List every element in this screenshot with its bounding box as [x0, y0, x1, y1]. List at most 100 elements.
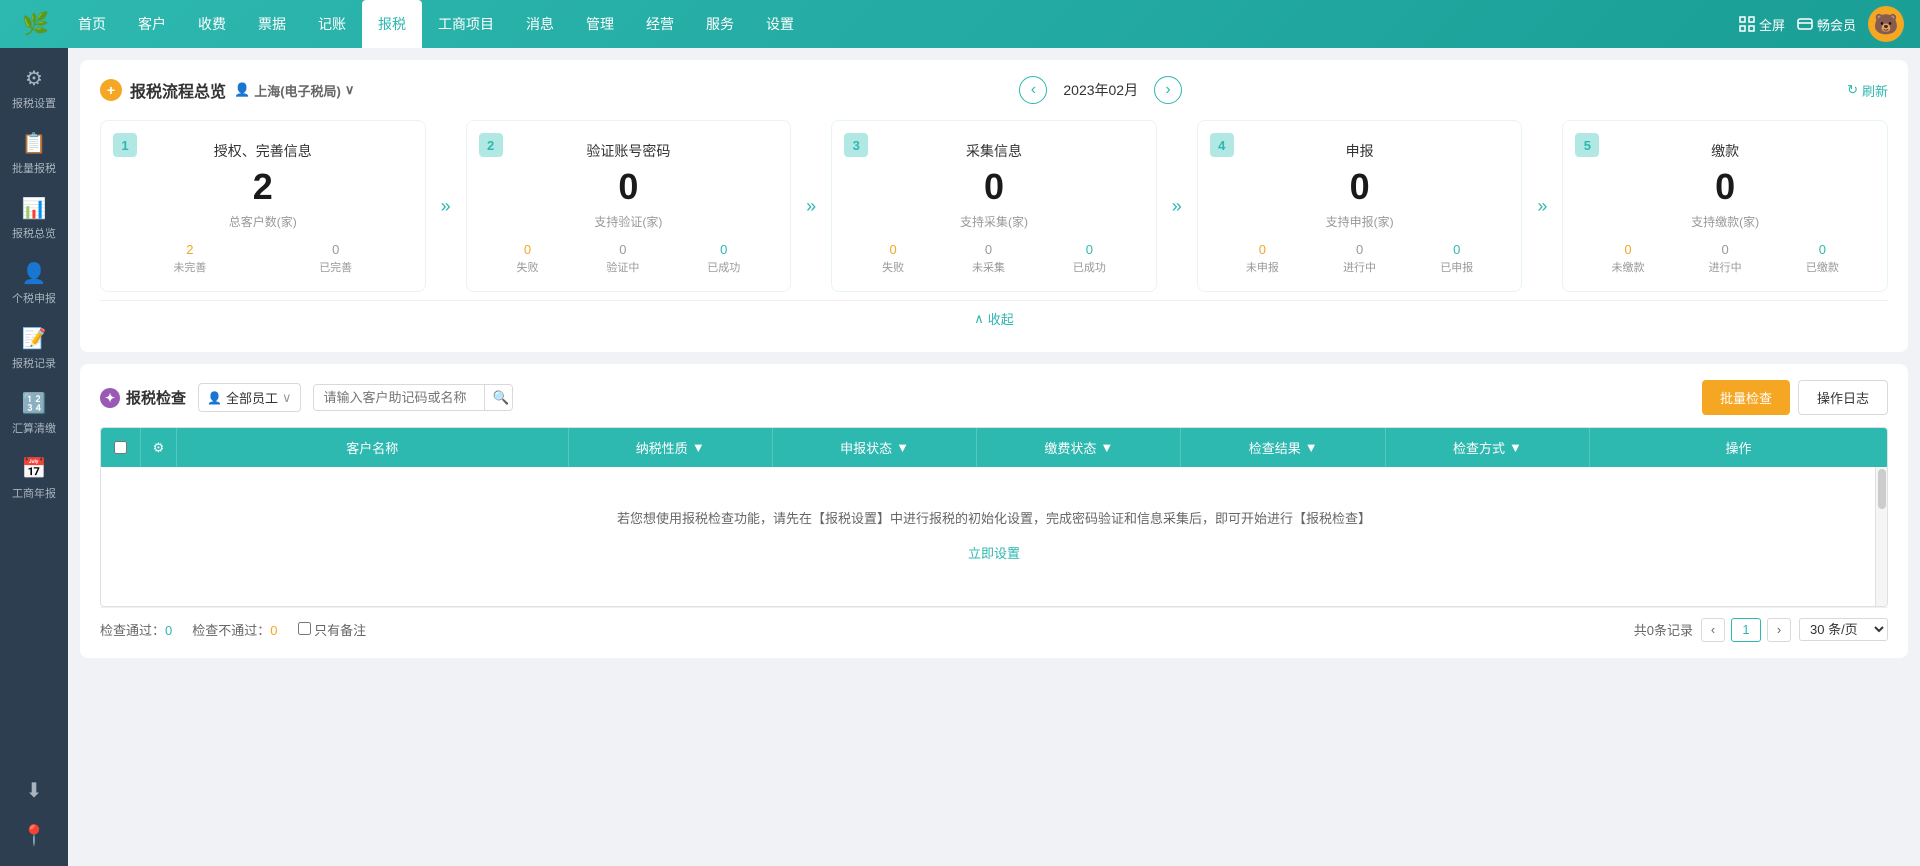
nav-customer[interactable]: 客户 [122, 0, 182, 48]
sidebar-item-personal-tax[interactable]: 👤 个税申报 [0, 251, 68, 316]
pass-count[interactable]: 0 [165, 623, 172, 638]
step-4-stats: 0 未申报 0 进行中 0 已申报 [1214, 242, 1506, 275]
next-page-btn[interactable]: › [1767, 618, 1791, 642]
filter-pay-icon[interactable]: ▼ [1100, 440, 1113, 455]
step-4-card: 4 申报 0 支持申报(家) 0 未申报 0 进行中 0 已申报 [1197, 120, 1523, 292]
nav-ops[interactable]: 经营 [630, 0, 690, 48]
prev-month-btn[interactable]: ‹ [1019, 76, 1047, 104]
nav-invoice[interactable]: 票据 [242, 0, 302, 48]
tax-record-icon: 📝 [22, 326, 47, 351]
tax-overview-icon: 📊 [22, 196, 47, 221]
summary-card: + 报税流程总览 👤 上海(电子税局) ∨ ‹ 2023年02月 › ↻ 刷新 [80, 60, 1908, 352]
check-footer: 检查通过：0 检查不通过：0 只有备注 共0条记录 ‹ 1 › 30 条/页 5… [100, 607, 1888, 642]
step-1-stat-1-lbl: 已完善 [319, 259, 352, 275]
step-3-stat-2-lbl: 已成功 [1073, 259, 1106, 275]
location-person-icon: 👤 [234, 82, 250, 98]
step-3-stat-0-lbl: 失败 [882, 259, 904, 275]
table-header: ⚙ 客户名称 纳税性质 ▼ 申报状态 ▼ 缴费状态 ▼ 检查 [101, 428, 1887, 467]
staff-label: 全部员工 [226, 388, 278, 407]
nav-mgmt[interactable]: 管理 [570, 0, 630, 48]
staff-selector[interactable]: 👤 全部员工 ∨ [198, 383, 300, 412]
download-icon: ⬇ [26, 778, 43, 803]
scrollbar[interactable] [1875, 467, 1887, 606]
check-title-icon: ✦ [100, 388, 120, 408]
staff-tag-icon: 👤 [207, 391, 222, 405]
step-2-stats: 0 失败 0 验证中 0 已成功 [483, 242, 775, 275]
prev-page-btn[interactable]: ‹ [1701, 618, 1725, 642]
nav-service[interactable]: 服务 [690, 0, 750, 48]
sidebar-item-tax-record[interactable]: 📝 报税记录 [0, 316, 68, 381]
note-checkbox[interactable] [298, 622, 311, 635]
filter-tax-icon[interactable]: ▼ [692, 440, 705, 455]
filter-declare-icon[interactable]: ▼ [896, 440, 909, 455]
summary-title-group: + 报税流程总览 👤 上海(电子税局) ∨ [100, 78, 354, 102]
nav-fee[interactable]: 收费 [182, 0, 242, 48]
step-4-stat-2-lbl: 已申报 [1440, 259, 1473, 275]
search-button[interactable]: 🔍 [484, 385, 513, 410]
step-5-stat-1: 0 进行中 [1709, 242, 1742, 275]
batch-check-button[interactable]: 批量检查 [1702, 380, 1790, 415]
check-card: ✦ 报税检查 👤 全部员工 ∨ 🔍 批量检查 操作日志 [80, 364, 1908, 658]
sidebar-label-tax-settings: 报税设置 [12, 95, 56, 111]
sidebar: ⚙ 报税设置 📋 批量报税 📊 报税总览 👤 个税申报 📝 报税记录 🔢 汇算清… [0, 48, 68, 866]
step-3-stat-0: 0 失败 [882, 242, 904, 275]
fail-count[interactable]: 0 [270, 623, 277, 638]
nav-account[interactable]: 记账 [302, 0, 362, 48]
filter-result-icon[interactable]: ▼ [1305, 440, 1318, 455]
operation-log-button[interactable]: 操作日志 [1798, 380, 1888, 415]
search-box: 🔍 [313, 384, 513, 411]
step-5-sub: 支持缴款(家) [1579, 213, 1871, 230]
refresh-btn[interactable]: ↻ 刷新 [1847, 81, 1888, 100]
check-table: ⚙ 客户名称 纳税性质 ▼ 申报状态 ▼ 缴费状态 ▼ 检查 [100, 427, 1888, 607]
step-2-stat-0: 0 失败 [517, 242, 539, 275]
location-tag[interactable]: 👤 上海(电子税局) ∨ [234, 81, 354, 100]
step-3-title: 采集信息 [848, 141, 1140, 161]
sidebar-item-batch-tax[interactable]: 📋 批量报税 [0, 121, 68, 186]
sidebar-item-tax-overview[interactable]: 📊 报税总览 [0, 186, 68, 251]
step-4-stat-0: 0 未申报 [1246, 242, 1279, 275]
pass-label: 检查通过：0 [100, 620, 172, 639]
select-all-checkbox[interactable] [114, 441, 127, 454]
collapse-bar[interactable]: ∧ 收起 [100, 300, 1888, 336]
filter-method-icon[interactable]: ▼ [1509, 440, 1522, 455]
step-2-stat-2-num: 0 [720, 242, 727, 257]
app-logo: 🌿 [10, 0, 62, 48]
user-avatar[interactable]: 🐻 [1868, 6, 1904, 42]
nav-msg[interactable]: 消息 [510, 0, 570, 48]
step-4-stat-0-num: 0 [1259, 242, 1266, 257]
fullscreen-label: 全屏 [1759, 15, 1785, 34]
step-2-stat-2-lbl: 已成功 [707, 259, 740, 275]
sidebar-download[interactable]: ⬇ [0, 768, 68, 813]
step-3-count: 0 [848, 169, 1140, 205]
step-1-stat-0-num: 2 [186, 242, 193, 257]
step-2-stat-0-lbl: 失败 [517, 259, 539, 275]
check-title-group: ✦ 报税检查 [100, 387, 186, 408]
sidebar-item-tax-settings[interactable]: ⚙ 报税设置 [0, 56, 68, 121]
step-1-stat-1: 0 已完善 [319, 242, 352, 275]
nav-tax[interactable]: 报税 [362, 0, 422, 48]
sidebar-item-annual-report[interactable]: 📅 工商年报 [0, 446, 68, 511]
per-page-select[interactable]: 30 条/页 50 条/页 100 条/页 [1799, 618, 1888, 641]
step-2-title: 验证账号密码 [483, 141, 775, 161]
gear-icon[interactable]: ⚙ [153, 440, 165, 456]
fullscreen-btn[interactable]: 全屏 [1739, 15, 1785, 34]
setup-link[interactable]: 立即设置 [968, 542, 1020, 565]
step-2-stat-1-lbl: 验证中 [606, 259, 639, 275]
sidebar-location[interactable]: 📍 [0, 813, 68, 858]
step-3-stat-0-num: 0 [889, 242, 896, 257]
nav-home[interactable]: 首页 [62, 0, 122, 48]
next-month-btn[interactable]: › [1154, 76, 1182, 104]
step-5-stat-0: 0 未缴款 [1611, 242, 1644, 275]
nav-settings[interactable]: 设置 [750, 0, 810, 48]
location-icon: 📍 [22, 823, 47, 848]
sidebar-item-annual-clear[interactable]: 🔢 汇算清缴 [0, 381, 68, 446]
step-1-stat-0-lbl: 未完善 [173, 259, 206, 275]
search-input[interactable] [314, 385, 484, 410]
th-operations-text: 操作 [1726, 438, 1752, 457]
step-5-stat-2: 0 已缴款 [1806, 242, 1839, 275]
footer-right: 共0条记录 ‹ 1 › 30 条/页 50 条/页 100 条/页 [1634, 618, 1888, 642]
member-btn[interactable]: 畅会员 [1797, 15, 1856, 34]
nav-items: 首页 客户 收费 票据 记账 报税 工商项目 消息 管理 经营 服务 设置 [62, 0, 1739, 48]
nav-biz[interactable]: 工商项目 [422, 0, 510, 48]
collapse-label: 收起 [988, 309, 1014, 328]
